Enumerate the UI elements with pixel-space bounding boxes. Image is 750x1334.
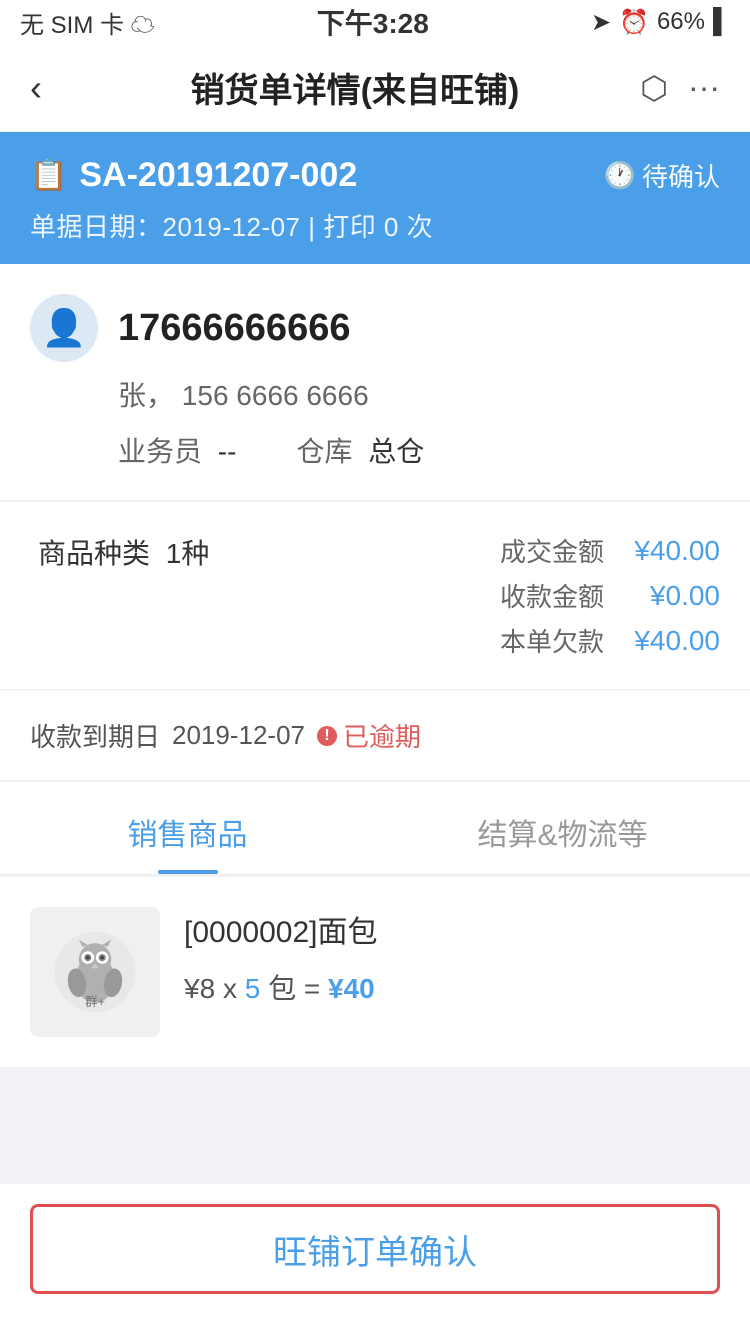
- product-card: 群+ [0000002]面包 ¥8 x 5 包 = ¥40: [0, 877, 750, 1067]
- tab-settlement[interactable]: 结算&物流等: [375, 782, 750, 874]
- battery-icon: ▌: [713, 8, 730, 36]
- order-id-text: SA-20191207-002: [79, 156, 357, 195]
- salesperson-value: --: [218, 436, 237, 467]
- product-owl-logo: 群+: [50, 927, 140, 1017]
- tab-sales-label: 销售商品: [128, 819, 248, 852]
- product-price-row: ¥8 x 5 包 = ¥40: [184, 967, 720, 1007]
- collected-amount-row: 收款金额 ¥0.00: [500, 577, 720, 614]
- salesperson-label: 业务员: [118, 436, 202, 467]
- order-status: 🕐 待确认: [604, 157, 720, 194]
- customer-card: 👤 17666666666 张， 156 6666 6666 业务员 -- 仓库…: [0, 264, 750, 500]
- due-label: 本单欠款: [500, 622, 604, 659]
- product-equals: =: [304, 973, 328, 1004]
- order-header: 📋 SA-20191207-002 🕐 待确认 单据日期：2019-12-07 …: [0, 132, 750, 264]
- product-name: [0000002]面包: [184, 907, 720, 951]
- avatar: 👤: [30, 294, 98, 362]
- order-id: 📋 SA-20191207-002: [30, 156, 357, 195]
- alarm-icon: ⏰: [619, 8, 649, 37]
- product-types-value: 1种: [166, 538, 210, 569]
- customer-meta: 业务员 -- 仓库 总仓: [30, 430, 720, 470]
- customer-phone: 17666666666: [118, 307, 350, 350]
- nav-bar: ‹ 销货单详情(来自旺铺) ⬡ ···: [0, 44, 750, 132]
- back-button[interactable]: ‹: [30, 67, 90, 109]
- customer-name: 张: [118, 380, 146, 411]
- nav-actions: ⬡ ···: [620, 69, 720, 107]
- transaction-label: 成交金额: [500, 532, 604, 569]
- collected-label: 收款金额: [500, 577, 604, 614]
- overdue-text: 已逾期: [343, 717, 421, 754]
- product-types: 商品种类 1种: [30, 532, 209, 572]
- tabs-container: 销售商品 结算&物流等: [0, 782, 750, 875]
- tab-sales-products[interactable]: 销售商品: [0, 782, 375, 874]
- status-bar: 无 SIM 卡 ☁ 下午3:28 ➤ ⏰ 66% ▌: [0, 0, 750, 44]
- transaction-amount-row: 成交金额 ¥40.00: [500, 532, 720, 569]
- tab-settlement-label: 结算&物流等: [477, 819, 647, 852]
- due-amount-row: 本单欠款 ¥40.00: [500, 622, 720, 659]
- customer-alt-phone: 156 6666 6666: [182, 380, 369, 411]
- product-thumbnail: 群+: [30, 907, 160, 1037]
- product-multiply: x: [223, 973, 245, 1004]
- bottom-area: 旺铺订单确认: [0, 1184, 750, 1334]
- due-date-value: 2019-12-07: [172, 720, 305, 751]
- confirm-button-label: 旺铺订单确认: [273, 1225, 477, 1274]
- battery-level: 66%: [657, 8, 705, 36]
- user-icon: 👤: [42, 307, 87, 349]
- overdue-badge: ! 已逾期: [317, 717, 421, 754]
- confirm-order-button[interactable]: 旺铺订单确认: [30, 1204, 720, 1294]
- svg-text:群+: 群+: [85, 995, 105, 1009]
- location-icon: ➤: [591, 8, 611, 37]
- share-button[interactable]: ⬡: [640, 69, 668, 107]
- page-title: 销货单详情(来自旺铺): [90, 63, 620, 112]
- summary-card: 商品种类 1种 成交金额 ¥40.00 收款金额 ¥0.00 本单欠款 ¥40.…: [0, 502, 750, 689]
- summary-right: 成交金额 ¥40.00 收款金额 ¥0.00 本单欠款 ¥40.00: [500, 532, 720, 659]
- sim-status: 无 SIM 卡 ☁: [20, 5, 155, 40]
- due-date-card: 收款到期日 2019-12-07 ! 已逾期: [0, 691, 750, 780]
- warehouse-label: 仓库: [296, 436, 352, 467]
- due-value: ¥40.00: [620, 625, 720, 657]
- collected-value: ¥0.00: [620, 580, 720, 612]
- status-time: 下午3:28: [317, 2, 429, 42]
- transaction-value: ¥40.00: [620, 535, 720, 567]
- product-unit: 包: [268, 973, 296, 1004]
- customer-detail: 张， 156 6666 6666: [30, 374, 720, 414]
- product-types-label: 商品种类: [38, 538, 150, 569]
- product-quantity: 5: [245, 973, 261, 1004]
- status-clock-icon: 🕐: [604, 160, 636, 191]
- status-left: 无 SIM 卡 ☁: [20, 5, 155, 40]
- product-total: ¥40: [328, 973, 375, 1004]
- status-right: ➤ ⏰ 66% ▌: [591, 8, 730, 37]
- product-unit-price: ¥8: [184, 973, 215, 1004]
- status-text: 待确认: [642, 157, 720, 194]
- due-date-label: 收款到期日: [30, 717, 160, 754]
- overdue-warning-icon: !: [317, 726, 337, 746]
- more-button[interactable]: ···: [688, 69, 720, 106]
- warehouse-value: 总仓: [368, 436, 424, 467]
- order-icon: 📋: [30, 158, 67, 193]
- order-meta: 单据日期：2019-12-07 | 打印 0 次: [30, 207, 720, 244]
- product-info: [0000002]面包 ¥8 x 5 包 = ¥40: [184, 907, 720, 1007]
